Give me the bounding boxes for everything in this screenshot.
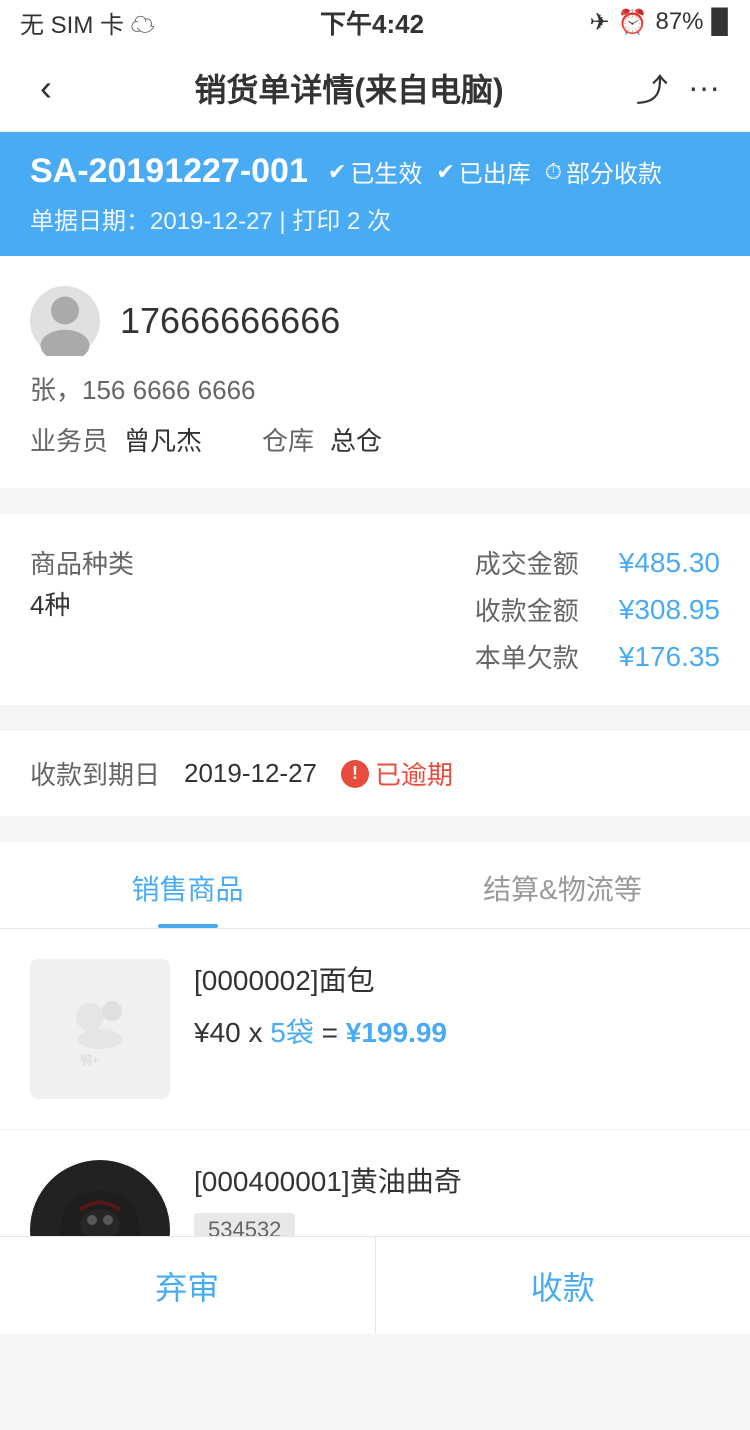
sales-meta: 业务员 曾凡杰	[30, 421, 202, 458]
battery-level: 87%	[655, 8, 703, 36]
tab-settlement-label: 结算&物流等	[483, 874, 642, 905]
page-title: 销货单详情(来自电脑)	[194, 65, 503, 111]
tab-products[interactable]: 销售商品	[0, 842, 375, 928]
alarm-icon: ⏰	[618, 8, 648, 37]
price-eq-1: =	[322, 1017, 346, 1048]
status-time: 下午4:42	[320, 4, 424, 41]
amount-row: 成交金额 ¥485.30	[475, 544, 720, 581]
product-thumb-1: 鸮+	[30, 959, 170, 1099]
avatar	[30, 286, 100, 356]
stats-right: 成交金额 ¥485.30 收款金额 ¥308.95 本单欠款 ¥176.35	[475, 544, 720, 675]
overdue-badge: ! 已逾期	[341, 755, 453, 792]
amount-label: 成交金额	[475, 544, 579, 581]
status-right: ✈ ⏰ 87% ▉	[589, 8, 730, 37]
warehouse-meta: 仓库 总仓	[262, 421, 382, 458]
status-badges: ✔ 已生效 ✔ 已出库 ⏱ 部分收款	[328, 154, 662, 189]
back-button[interactable]: ‹	[30, 57, 62, 119]
collected-row: 收款金额 ¥308.95	[475, 591, 720, 628]
tab-settlement[interactable]: 结算&物流等	[375, 842, 750, 928]
collected-label: 收款金额	[475, 591, 579, 628]
order-banner: SA-20191227-001 ✔ 已生效 ✔ 已出库 ⏱ 部分收款 单据日期：…	[0, 132, 750, 256]
status-active: ✔ 已生效	[328, 154, 422, 189]
price-base-1: ¥40	[194, 1017, 241, 1048]
order-date-info: 单据日期：2019-12-27 | 打印 2 次	[30, 201, 720, 236]
product-info-1: [0000002]面包 ¥40 x 5袋 = ¥199.99	[194, 959, 720, 1051]
customer-meta: 业务员 曾凡杰 仓库 总仓	[30, 421, 720, 458]
separator-3	[0, 826, 750, 842]
status-left: 无 SIM 卡 ☁	[20, 5, 155, 40]
owed-label: 本单欠款	[475, 638, 579, 675]
status-bar: 无 SIM 卡 ☁ 下午4:42 ✈ ⏰ 87% ▉	[0, 0, 750, 44]
check-icon-1: ✔	[328, 159, 346, 185]
status-partial: ⏱ 部分收款	[545, 154, 662, 189]
product-price-1: ¥40 x 5袋 = ¥199.99	[194, 1011, 720, 1051]
product-name-2: [000400001]黄油曲奇	[194, 1160, 720, 1200]
svg-text:鸮+: 鸮+	[80, 1052, 99, 1067]
category-value: 4种	[30, 585, 134, 622]
product-name-1: [0000002]面包	[194, 959, 720, 999]
warehouse-value: 总仓	[330, 421, 382, 458]
stats-section: 商品种类 4种 成交金额 ¥485.30 收款金额 ¥308.95 本单欠款 ¥…	[0, 514, 750, 705]
confirm-button[interactable]: 收款	[376, 1237, 750, 1334]
tabs-section: 销售商品 结算&物流等	[0, 842, 750, 929]
stats-left: 商品种类 4种	[30, 544, 134, 622]
separator-1	[0, 498, 750, 514]
status-partial-label: 部分收款	[566, 154, 662, 189]
customer-phone: 17666666666	[120, 300, 340, 342]
due-label: 收款到期日	[30, 755, 160, 792]
nav-actions: ⤴ ···	[636, 65, 720, 111]
status-shipped-label: 已出库	[459, 154, 531, 189]
price-total-1: ¥199.99	[346, 1017, 447, 1048]
owed-value: ¥176.35	[619, 641, 720, 673]
nav-bar: ‹ 销货单详情(来自电脑) ⤴ ···	[0, 44, 750, 132]
status-carrier: 无 SIM 卡 ☁	[20, 5, 155, 40]
more-icon[interactable]: ···	[688, 69, 720, 106]
price-x-1: x	[249, 1017, 271, 1048]
sales-label: 业务员	[30, 421, 108, 458]
customer-section: 17666666666 张，156 6666 6666 业务员 曾凡杰 仓库 总…	[0, 256, 750, 488]
battery-icon: ▉	[712, 8, 730, 37]
owed-row: 本单欠款 ¥176.35	[475, 638, 720, 675]
tabs-container: 销售商品 结算&物流等	[0, 842, 750, 928]
bottom-bar: 弃审 收款	[0, 1236, 750, 1334]
collected-value: ¥308.95	[619, 594, 720, 626]
check-icon-2: ✔	[436, 159, 454, 185]
list-item: 鸮+ [0000002]面包 ¥40 x 5袋 = ¥199.99	[0, 929, 750, 1130]
status-shipped: ✔ 已出库	[436, 154, 530, 189]
amount-value: ¥485.30	[619, 547, 720, 579]
sales-value: 曾凡杰	[124, 421, 202, 458]
customer-name: 张，156 6666 6666	[30, 370, 720, 407]
bottom-spacer	[0, 1332, 750, 1430]
location-icon: ✈	[589, 8, 609, 37]
overdue-icon: !	[341, 760, 369, 788]
cancel-button[interactable]: 弃审	[0, 1237, 376, 1334]
category-label: 商品种类	[30, 544, 134, 581]
due-date: 2019-12-27	[184, 758, 317, 789]
due-section: 收款到期日 2019-12-27 ! 已逾期	[0, 731, 750, 816]
status-active-label: 已生效	[350, 154, 422, 189]
warehouse-label: 仓库	[262, 421, 314, 458]
overdue-text: 已逾期	[375, 755, 453, 792]
order-id: SA-20191227-001	[30, 152, 308, 191]
price-qty-1: 5袋	[270, 1017, 314, 1048]
separator-2	[0, 715, 750, 731]
share-icon[interactable]: ⤴	[636, 65, 668, 111]
clock-icon: ⏱	[545, 159, 562, 185]
tab-products-label: 销售商品	[131, 874, 243, 905]
